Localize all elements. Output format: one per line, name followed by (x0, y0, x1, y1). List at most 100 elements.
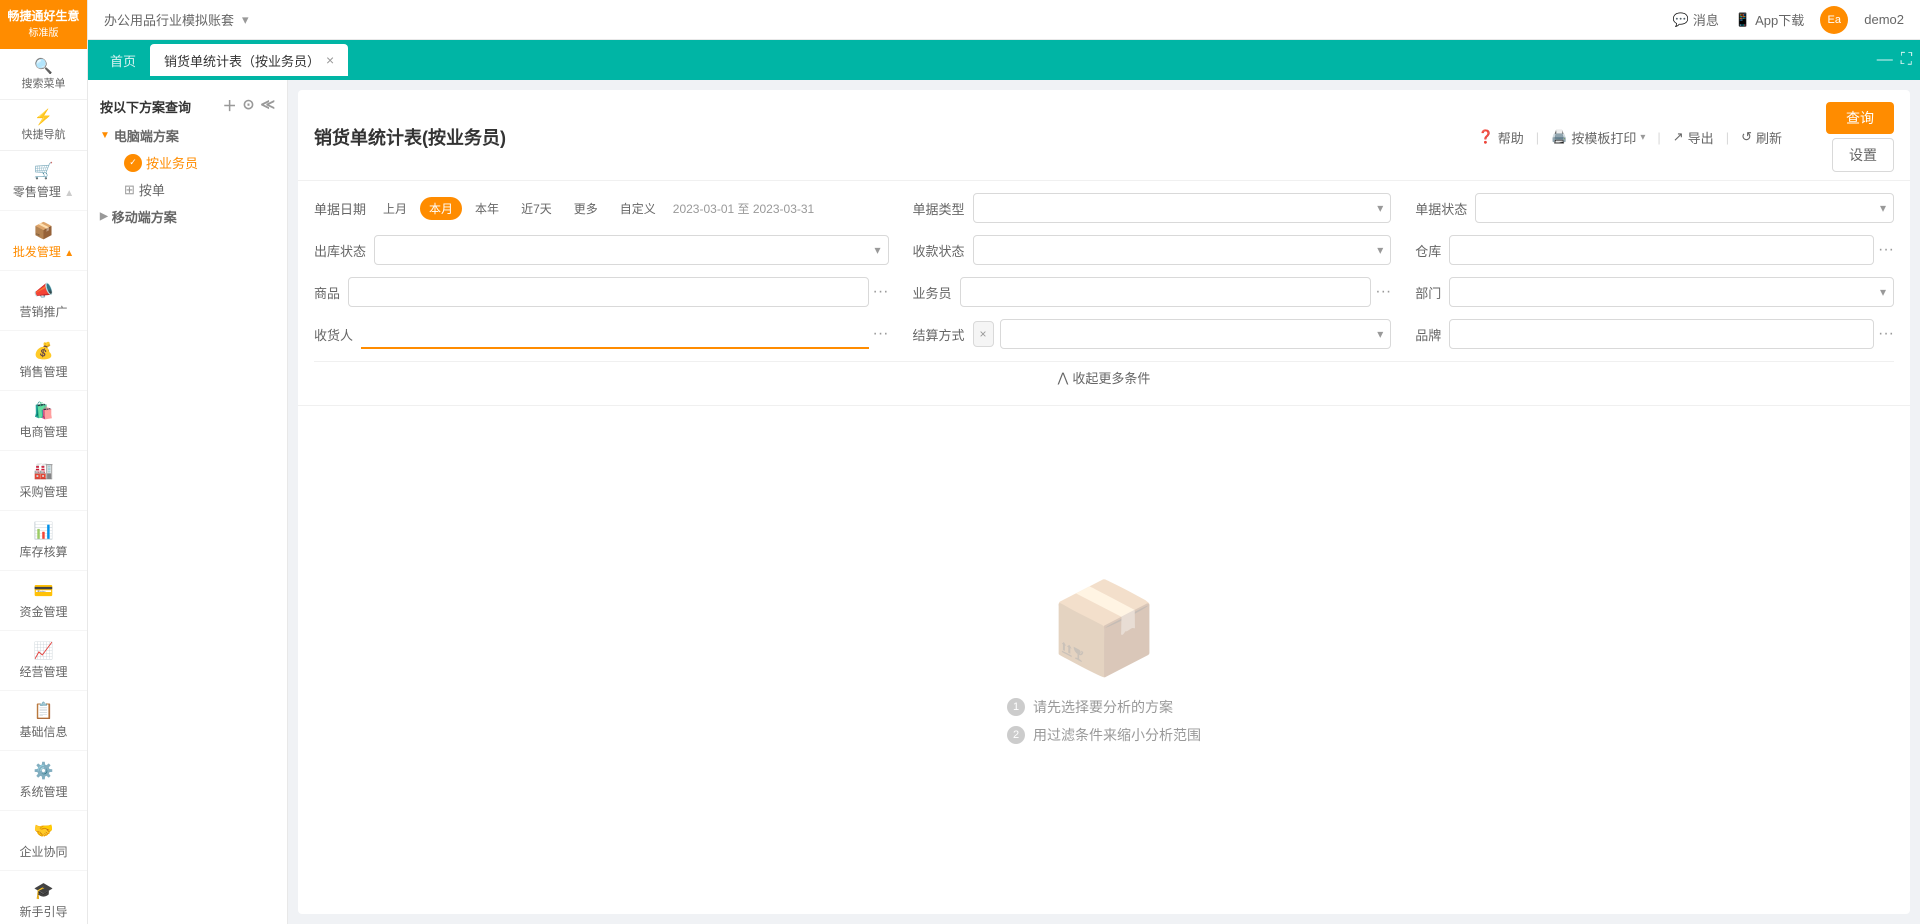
date-this-month-btn[interactable]: 本月 (420, 197, 462, 220)
top-header: 办公用品行业模拟账套 ▾ 💬 消息 📱 App下载 Ea demo2 (88, 0, 1920, 40)
query-button[interactable]: 查询 (1826, 102, 1894, 134)
export-label: 导出 (1688, 128, 1714, 147)
export-btn[interactable]: ↗ 导出 (1673, 128, 1714, 147)
filter-row-1: 单据日期 上月 本月 本年 近7天 更多 自定义 2023-03-01 至 20… (314, 193, 1894, 223)
sidebar-item-basic[interactable]: 📋 基础信息 (0, 691, 87, 751)
search-menu-item[interactable]: 🔍 搜索菜单 (0, 49, 87, 100)
sidebar-item-purchase[interactable]: 🏭 采购管理 (0, 451, 87, 511)
dept-select[interactable] (1449, 277, 1894, 307)
brand-dots[interactable]: ··· (1878, 325, 1894, 343)
empty-hints: 1 请先选择要分析的方案 2 用过滤条件来缩小分析范围 (1007, 697, 1201, 745)
tab-minimize-btn[interactable]: — (1877, 51, 1893, 69)
goods-label: 商品 (314, 283, 340, 302)
consignee-dots[interactable]: ··· (873, 325, 889, 343)
doc-status-label: 单据状态 (1415, 199, 1467, 218)
goods-dots[interactable]: ··· (873, 283, 889, 301)
app-download-btn[interactable]: 📱 App下载 (1735, 10, 1804, 29)
tab-maximize-btn[interactable]: ⛶ (1901, 51, 1912, 69)
filter-row-3: 商品 ··· 业务员 ··· 部门 ▾ (314, 277, 1894, 307)
sidebar-item-wholesale[interactable]: 📦 批发管理 ▲ (0, 211, 87, 271)
salesperson-input[interactable] (960, 277, 1372, 307)
print-icon: 🖨️ (1551, 129, 1567, 145)
date-this-year-btn[interactable]: 本年 (466, 197, 508, 220)
print-btn[interactable]: 🖨️ 按模板打印 ▾ (1551, 128, 1645, 147)
tab-sales-stats[interactable]: 销货单统计表（按业务员） × (150, 44, 348, 76)
scheme-item-by-order[interactable]: ⊞ 按单 (88, 176, 287, 203)
header-actions: 💬 消息 📱 App下载 Ea demo2 (1673, 6, 1904, 34)
breadcrumb-area: 办公用品行业模拟账套 ▾ (104, 10, 249, 29)
scheme-group-pc[interactable]: ▼ 电脑端方案 (88, 122, 287, 149)
sidebar-item-finance[interactable]: 💳 资金管理 (0, 571, 87, 631)
scheme-panel-title: 按以下方案查询 (100, 97, 191, 116)
tab-close-icon[interactable]: × (326, 53, 334, 67)
goods-input[interactable] (348, 277, 869, 307)
main-area: 办公用品行业模拟账套 ▾ 💬 消息 📱 App下载 Ea demo2 首页 销货… (88, 0, 1920, 924)
title-actions: ❓ 帮助 | 🖨️ 按模板打印 ▾ | ↗ 导出 | (1478, 102, 1894, 172)
doc-status-select[interactable] (1475, 193, 1894, 223)
brand-input[interactable] (1449, 319, 1874, 349)
salesperson-dots[interactable]: ··· (1375, 283, 1391, 301)
tab-sales-stats-label: 销货单统计表（按业务员） (164, 51, 320, 70)
active-scheme-icon: ✓ (124, 154, 142, 172)
refresh-btn[interactable]: ↺ 刷新 (1741, 128, 1782, 147)
warehouse-label: 仓库 (1415, 241, 1441, 260)
sidebar-item-marketing[interactable]: 📣 营销推广 (0, 271, 87, 331)
filter-brand: 品牌 ··· (1415, 319, 1894, 349)
empty-hint-1: 1 请先选择要分析的方案 (1007, 697, 1201, 717)
tab-home[interactable]: 首页 (96, 44, 150, 76)
page-title: 销货单统计表(按业务员) (314, 124, 506, 150)
filter-receipt-status: 收款状态 ▾ (913, 235, 1392, 265)
date-7days-btn[interactable]: 近7天 (512, 197, 561, 220)
out-status-label: 出库状态 (314, 241, 366, 260)
logo[interactable]: 畅捷通好生意 标准版 (0, 0, 87, 49)
consignee-input[interactable] (361, 319, 869, 349)
doc-type-select[interactable] (973, 193, 1392, 223)
scheme-panel: 按以下方案查询 ＋ ⊙ ≪ ▼ 电脑端方案 ✓ 按业务员 ⊞ 按单 (88, 80, 288, 924)
warehouse-input[interactable] (1449, 235, 1874, 265)
message-btn[interactable]: 💬 消息 (1673, 10, 1719, 29)
breadcrumb-dropdown-icon[interactable]: ▾ (242, 12, 249, 28)
settlement-tag-delete-icon[interactable]: × (980, 327, 987, 341)
help-btn[interactable]: ❓ 帮助 (1478, 128, 1524, 147)
sidebar-item-inventory[interactable]: 📊 库存核算 (0, 511, 87, 571)
avatar[interactable]: Ea (1820, 6, 1848, 34)
add-scheme-icon[interactable]: ＋ (223, 96, 237, 116)
scheme-item-by-salesperson[interactable]: ✓ 按业务员 (88, 149, 287, 176)
filter-doc-status: 单据状态 ▾ (1415, 193, 1894, 223)
page-title-bar: 销货单统计表(按业务员) ❓ 帮助 | 🖨️ 按模板打印 ▾ | ↗ (298, 90, 1910, 181)
tab-bar-actions: — ⛶ (1877, 51, 1920, 69)
date-custom-btn[interactable]: 自定义 (611, 197, 665, 220)
collapse-btn[interactable]: ⋀ 收起更多条件 (314, 361, 1894, 393)
refresh-icon: ↺ (1741, 129, 1752, 145)
sidebar-item-system[interactable]: ⚙️ 系统管理 (0, 751, 87, 811)
settings-scheme-icon[interactable]: ⊙ (243, 96, 255, 116)
scheme-group-mobile[interactable]: ▶ 移动端方案 (88, 203, 287, 230)
receipt-status-label: 收款状态 (913, 241, 965, 260)
sidebar-item-enterprise[interactable]: 🤝 企业协同 (0, 811, 87, 871)
sidebar-item-ecom[interactable]: 🛍️ 电商管理 (0, 391, 87, 451)
date-more-btn[interactable]: 更多 (565, 197, 607, 220)
sidebar-item-retail[interactable]: 🛒 零售管理 ▲ (0, 151, 87, 211)
collapse-panel-icon[interactable]: ≪ (260, 96, 275, 116)
filter-dept: 部门 ▾ (1415, 277, 1894, 307)
sidebar-item-sales[interactable]: 💰 销售管理 (0, 331, 87, 391)
divider3: | (1726, 130, 1729, 145)
quick-nav-item[interactable]: ⚡ 快捷导航 (0, 100, 87, 151)
sidebar-item-newbie[interactable]: 🎓 新手引导 (0, 871, 87, 924)
out-status-select[interactable] (374, 235, 888, 265)
warehouse-dots[interactable]: ··· (1878, 241, 1894, 259)
date-last-month-btn[interactable]: 上月 (374, 197, 416, 220)
settings-button[interactable]: 设置 (1832, 138, 1894, 172)
date-range-text: 2023-03-01 至 2023-03-31 (673, 200, 814, 217)
doc-status-select-wrap: ▾ (1475, 193, 1894, 223)
divider2: | (1657, 130, 1660, 145)
filter-out-status: 出库状态 ▾ (314, 235, 889, 265)
filter-settlement: 结算方式 × ▾ (913, 319, 1392, 349)
user-name: demo2 (1864, 12, 1904, 27)
grid-icon: ⊞ (124, 182, 135, 198)
sidebar-item-operations[interactable]: 📈 经营管理 (0, 631, 87, 691)
settlement-select[interactable] (1000, 319, 1392, 349)
settlement-tag: × (973, 321, 994, 347)
receipt-status-select[interactable] (973, 235, 1392, 265)
date-label: 单据日期 (314, 199, 366, 218)
